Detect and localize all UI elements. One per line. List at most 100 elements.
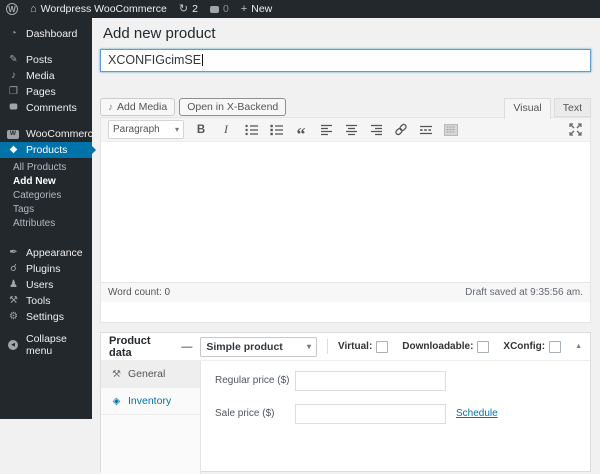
collapse-panel-icon[interactable]: ▲ (575, 343, 582, 350)
schedule-link[interactable]: Schedule (456, 408, 498, 419)
align-left-button[interactable] (318, 122, 334, 138)
submenu-item-attributes[interactable]: Attributes (0, 217, 92, 231)
virtual-checkbox-label[interactable]: Virtual: (338, 340, 389, 353)
submenu-item-add-new[interactable]: Add New (0, 175, 92, 189)
wordpress-logo-icon[interactable]: W (6, 3, 18, 15)
product-title-input[interactable]: XCONFIGcimSE (100, 49, 591, 72)
sidebar-item-label: Settings (26, 311, 64, 323)
paintbrush-icon: ✒ (9, 247, 18, 258)
submenu-item-all-products[interactable]: All Products (0, 161, 92, 175)
tab-inventory[interactable]: ◈ Inventory (101, 388, 200, 415)
sidebar-item-label: Products (26, 144, 68, 156)
product-data-title: Product data (109, 334, 151, 359)
tab-general[interactable]: ⚒ General (101, 361, 200, 388)
open-x-backend-button[interactable]: Open in X-Backend (179, 98, 287, 116)
sidebar-item-posts[interactable]: ✎ Posts (0, 52, 92, 68)
sidebar-item-settings[interactable]: ⚙ Settings (0, 309, 92, 325)
sidebar-item-dashboard[interactable]: ◔ Dashboard (0, 26, 92, 42)
submenu-item-categories[interactable]: Categories (0, 189, 92, 203)
sidebar-item-label: Collapse menu (26, 333, 67, 357)
sidebar-item-label: WooCommerce (26, 128, 99, 140)
wrench-icon: ⚒ (112, 368, 121, 380)
sidebar-item-tools[interactable]: ⚒ Tools (0, 293, 92, 309)
sidebar-item-woocommerce[interactable]: W WooCommerce (0, 126, 99, 142)
downloadable-checkbox-label[interactable]: Downloadable: (402, 340, 490, 353)
sidebar-item-plugins[interactable]: ☌ Plugins (0, 261, 92, 277)
inventory-icon: ◈ (112, 395, 121, 407)
cube-icon: ◆ (9, 144, 18, 155)
align-left-icon (320, 124, 332, 135)
products-submenu: All Products Add New Categories Tags Att… (0, 158, 92, 235)
pin-icon: ✎ (9, 54, 18, 65)
downloadable-checkbox[interactable] (477, 340, 490, 353)
bulleted-list-icon (244, 124, 258, 135)
product-data-tabs: ⚒ General ◈ Inventory (101, 361, 201, 474)
tab-visual[interactable]: Visual (504, 98, 551, 119)
xconfig-checkbox[interactable] (549, 340, 562, 353)
add-media-button[interactable]: ♪ Add Media (100, 98, 176, 116)
comments-menu[interactable]: 0 (209, 3, 229, 15)
align-center-button[interactable] (343, 122, 359, 138)
sidebar-item-users[interactable]: ♟ Users (0, 277, 92, 293)
collapse-arrow-icon: ◀ (7, 340, 20, 350)
admin-bar: W ⌂ Wordpress WooCommerce ↻ 2 0 + New (0, 0, 600, 18)
sale-price-input[interactable] (295, 403, 446, 424)
main-content: Add new product XCONFIGcimSE ♪ Add Media… (92, 18, 600, 474)
gear-icon: ⚙ (9, 311, 18, 322)
bold-button[interactable]: B (193, 122, 209, 138)
sidebar-item-pages[interactable]: ❐ Pages (0, 84, 92, 100)
align-right-button[interactable] (368, 122, 384, 138)
insert-more-button[interactable] (418, 122, 434, 138)
align-right-icon (370, 124, 382, 135)
update-count: 2 (192, 3, 198, 15)
paragraph-select[interactable]: Paragraph ▾ (108, 120, 184, 139)
woocommerce-icon: W (7, 129, 20, 139)
toolbar-toggle-button[interactable] (443, 122, 459, 138)
pages-icon: ❐ (9, 86, 18, 97)
sidebar-item-products[interactable]: ◆ Products (0, 142, 96, 158)
fullscreen-button[interactable] (567, 122, 583, 138)
product-type-select[interactable]: Simple product ▾ (200, 336, 318, 357)
editor: Paragraph ▾ B I “ Word count: 0 Draft sa… (100, 117, 591, 323)
regular-price-label: Regular price ($) (215, 375, 290, 386)
italic-button[interactable]: I (218, 122, 234, 138)
site-menu[interactable]: ⌂ Wordpress WooCommerce (30, 3, 167, 15)
word-count: Word count: 0 (108, 287, 170, 298)
sale-price-label: Sale price ($) (215, 408, 275, 419)
submenu-item-tags[interactable]: Tags (0, 203, 92, 217)
comments-icon (209, 5, 219, 13)
comment-count: 0 (222, 3, 229, 15)
regular-price-input[interactable] (295, 370, 446, 391)
new-content-menu[interactable]: + New (241, 3, 272, 15)
sidebar-item-collapse-menu[interactable]: ◀ Collapse menu (0, 333, 92, 357)
editor-content-area[interactable] (101, 142, 590, 282)
sidebar-item-appearance[interactable]: ✒ Appearance (0, 245, 92, 261)
product-data-panel: Product data — Simple product ▾ Virtual:… (100, 332, 591, 474)
admin-sidebar: ◔ Dashboard ✎ Posts ♪ Media ❐ Pages Comm… (0, 18, 99, 419)
updates-menu[interactable]: ↻ 2 (179, 3, 198, 15)
sidebar-item-comments[interactable]: Comments (0, 100, 92, 116)
product-data-title-dash: — (181, 340, 193, 353)
chevron-down-icon: ▾ (174, 125, 179, 134)
sidebar-item-media[interactable]: ♪ Media (0, 68, 92, 84)
tab-text[interactable]: Text (553, 98, 591, 117)
xconfig-checkbox-label[interactable]: XConfig: (503, 340, 562, 353)
bulleted-list-button[interactable] (243, 122, 259, 138)
sidebar-item-label: Pages (26, 86, 56, 98)
dashboard-icon: ◔ (10, 28, 17, 39)
link-button[interactable] (393, 122, 409, 138)
editor-status-bar: Word count: 0 Draft saved at 9:35:56 am. (101, 282, 590, 302)
regular-price-row: Regular price ($) (201, 364, 590, 397)
sale-price-row: Sale price ($) Schedule (201, 397, 590, 430)
site-name: Wordpress WooCommerce (40, 3, 167, 15)
numbered-list-button[interactable] (268, 122, 284, 138)
tab-label: General (128, 368, 166, 380)
update-icon: ↻ (178, 2, 189, 15)
add-media-label: Add Media (117, 101, 168, 113)
wrench-icon: ⚒ (9, 295, 18, 306)
blockquote-button[interactable]: “ (293, 118, 309, 143)
virtual-checkbox[interactable] (376, 340, 389, 353)
sidebar-item-label: Posts (26, 54, 53, 66)
page-title: Add new product (103, 25, 216, 42)
product-type-value: Simple product (206, 340, 283, 353)
